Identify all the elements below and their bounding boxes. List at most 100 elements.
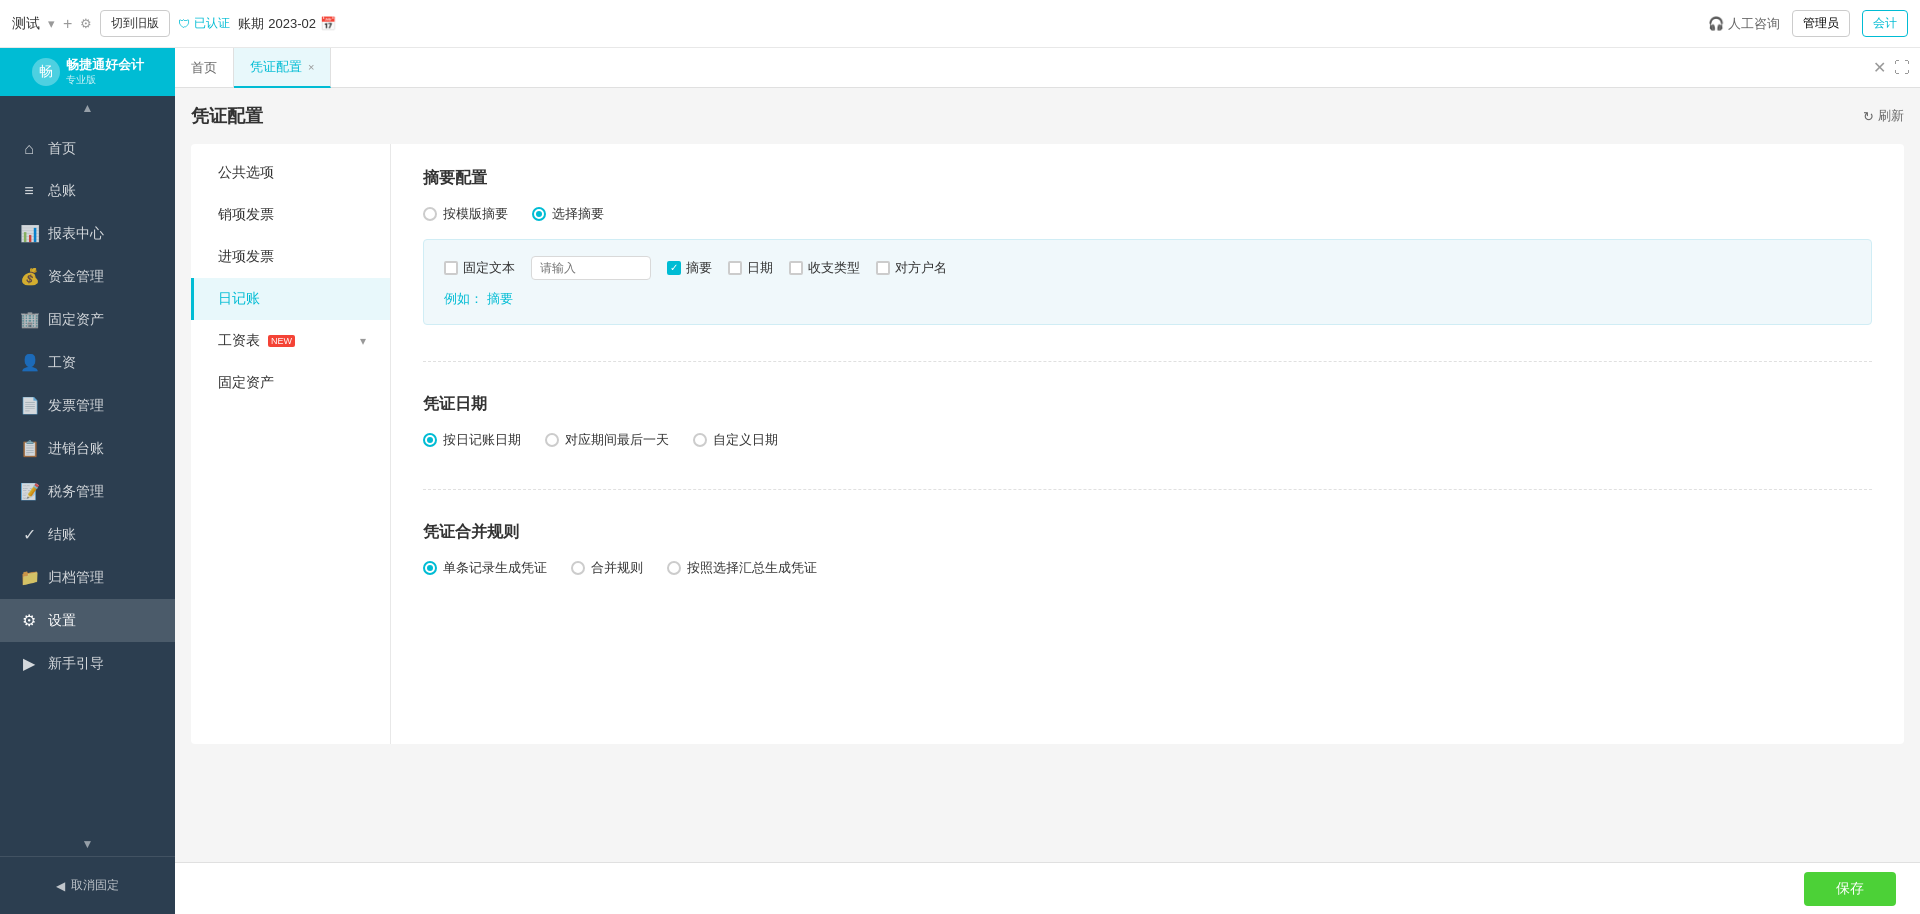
- radio-select-circle: [532, 207, 546, 221]
- sidebar-item-label: 首页: [48, 140, 76, 158]
- sidebar-bottom: ◀ 取消固定: [0, 856, 175, 914]
- config-nav-purchase-invoice[interactable]: 进项发票: [191, 236, 390, 278]
- sidebar-item-guide[interactable]: ▶ 新手引导: [0, 642, 175, 685]
- admin-button[interactable]: 管理员: [1792, 10, 1850, 37]
- sidebar-item-invoice[interactable]: 📄 发票管理: [0, 384, 175, 427]
- tab-bar: 首页 凭证配置 × ✕ ⛶: [175, 48, 1920, 88]
- sidebar-item-archive[interactable]: 📁 归档管理: [0, 556, 175, 599]
- add-icon[interactable]: +: [63, 15, 72, 33]
- sidebar-item-label: 新手引导: [48, 655, 104, 673]
- radio-by-selection[interactable]: 按照选择汇总生成凭证: [667, 559, 817, 577]
- scroll-down-button[interactable]: ▼: [0, 832, 175, 856]
- radio-last-day[interactable]: 对应期间最后一天: [545, 431, 669, 449]
- salary-icon: 👤: [20, 353, 38, 372]
- sidebar-item-salary[interactable]: 👤 工资: [0, 341, 175, 384]
- tab-home[interactable]: 首页: [175, 48, 234, 88]
- cancel-pin-label: 取消固定: [71, 877, 119, 894]
- checkbox-date[interactable]: 日期: [728, 259, 773, 277]
- gear-icon[interactable]: ⚙: [80, 16, 92, 31]
- assets-icon: 🏢: [20, 310, 38, 329]
- logo-icon: 畅: [32, 58, 60, 86]
- tab-voucher-config-label: 凭证配置: [250, 58, 302, 76]
- sidebar-item-capital[interactable]: 💰 资金管理: [0, 255, 175, 298]
- sidebar-item-label: 结账: [48, 526, 76, 544]
- page-content: 凭证配置 ↻ 刷新 公共选项 销项发票 进项发票 日记账 工资表 NEW ▾: [175, 88, 1920, 862]
- config-left-nav: 公共选项 销项发票 进项发票 日记账 工资表 NEW ▾ 固定资产: [191, 144, 391, 744]
- save-button[interactable]: 保存: [1804, 872, 1896, 906]
- merge-label: 合并规则: [591, 559, 643, 577]
- last-day-circle: [545, 433, 559, 447]
- radio-by-journal-date[interactable]: 按日记账日期: [423, 431, 521, 449]
- sidebar-item-checkout[interactable]: ✓ 结账: [0, 513, 175, 556]
- sidebar-item-home[interactable]: ⌂ 首页: [0, 128, 175, 170]
- fullscreen-icon[interactable]: ⛶: [1894, 59, 1910, 77]
- company-name: 测试: [12, 15, 40, 33]
- calendar-icon[interactable]: 📅: [320, 16, 336, 31]
- single-label: 单条记录生成凭证: [443, 559, 547, 577]
- radio-single[interactable]: 单条记录生成凭证: [423, 559, 547, 577]
- company-dropdown-icon[interactable]: ▾: [48, 16, 55, 31]
- voucher-date-radio-group: 按日记账日期 对应期间最后一天 自定义日期: [423, 431, 1872, 449]
- radio-template-label: 按模版摘要: [443, 205, 508, 223]
- switch-version-button[interactable]: 切到旧版: [100, 10, 170, 37]
- single-circle: [423, 561, 437, 575]
- guide-icon: ▶: [20, 654, 38, 673]
- close-window-icon[interactable]: ✕: [1873, 58, 1886, 77]
- radio-custom-date[interactable]: 自定义日期: [693, 431, 778, 449]
- fixed-text-label: 固定文本: [463, 259, 515, 277]
- config-right: 摘要配置 按模版摘要 选择摘要: [391, 144, 1904, 744]
- date-checkbox: [728, 261, 742, 275]
- radio-template-circle: [423, 207, 437, 221]
- summary-radio-group: 按模版摘要 选择摘要: [423, 205, 1872, 223]
- config-nav-journal[interactable]: 日记账: [191, 278, 390, 320]
- refresh-button[interactable]: ↻ 刷新: [1863, 107, 1904, 125]
- radio-merge[interactable]: 合并规则: [571, 559, 643, 577]
- config-layout: 公共选项 销项发票 进项发票 日记账 工资表 NEW ▾ 固定资产 摘要配置: [191, 144, 1904, 744]
- sidebar-item-tax[interactable]: 📝 税务管理: [0, 470, 175, 513]
- tab-voucher-config[interactable]: 凭证配置 ×: [234, 48, 331, 88]
- checkbox-counterparty[interactable]: 对方户名: [876, 259, 947, 277]
- radio-template-summary[interactable]: 按模版摘要: [423, 205, 508, 223]
- capital-icon: 💰: [20, 267, 38, 286]
- checkbox-pay-type[interactable]: 收支类型: [789, 259, 860, 277]
- sidebar-item-ledger[interactable]: ≡ 总账: [0, 170, 175, 212]
- content-area: 首页 凭证配置 × ✕ ⛶ 凭证配置 ↻ 刷新: [175, 48, 1920, 914]
- config-nav-sales-invoice[interactable]: 销项发票: [191, 194, 390, 236]
- topbar-left: 测试 ▾ + ⚙ 切到旧版 🛡 已认证 账期 2023-02 📅: [12, 10, 336, 37]
- chevron-up-icon: ▲: [82, 101, 94, 115]
- consult-button[interactable]: 🎧 人工咨询: [1708, 15, 1780, 33]
- fixed-text-input[interactable]: [531, 256, 651, 280]
- checkbox-summary[interactable]: 摘要: [667, 259, 712, 277]
- tab-close-icon[interactable]: ×: [308, 61, 314, 73]
- sidebar-item-settings[interactable]: ⚙ 设置: [0, 599, 175, 642]
- accountant-button[interactable]: 会计: [1862, 10, 1908, 37]
- sidebar-item-reports[interactable]: 📊 报表中心: [0, 212, 175, 255]
- sidebar-item-sales[interactable]: 📋 进销台账: [0, 427, 175, 470]
- settings-icon: ⚙: [20, 611, 38, 630]
- summary-config-box: 固定文本 摘要 日期: [423, 239, 1872, 325]
- sidebar: 畅 畅捷通好会计 专业版 ▲ ⌂ 首页 ≡ 总账 📊 报表中心 💰: [0, 48, 175, 914]
- example-prefix: 例如：: [444, 291, 483, 306]
- scroll-up-button[interactable]: ▲: [0, 96, 175, 120]
- invoice-icon: 📄: [20, 396, 38, 415]
- config-nav-fixed-assets[interactable]: 固定资产: [191, 362, 390, 404]
- counterparty-checkbox-label: 对方户名: [895, 259, 947, 277]
- sidebar-item-label: 税务管理: [48, 483, 104, 501]
- chevron-down-icon: ▼: [82, 837, 94, 851]
- by-selection-label: 按照选择汇总生成凭证: [687, 559, 817, 577]
- merge-rules-title: 凭证合并规则: [423, 522, 1872, 543]
- checkout-icon: ✓: [20, 525, 38, 544]
- config-nav-public[interactable]: 公共选项: [191, 152, 390, 194]
- cancel-pin-button[interactable]: ◀ 取消固定: [0, 867, 175, 904]
- summary-checkbox: [667, 261, 681, 275]
- radio-select-summary[interactable]: 选择摘要: [532, 205, 604, 223]
- page-title: 凭证配置: [191, 104, 263, 128]
- checkbox-fixed-text[interactable]: 固定文本: [444, 259, 515, 277]
- sidebar-logo: 畅 畅捷通好会计 专业版: [0, 48, 175, 96]
- custom-date-label: 自定义日期: [713, 431, 778, 449]
- config-nav-payroll[interactable]: 工资表 NEW ▾: [191, 320, 390, 362]
- section-merge-rules: 凭证合并规则 单条记录生成凭证 合并规则: [423, 522, 1872, 617]
- by-selection-circle: [667, 561, 681, 575]
- sidebar-item-assets[interactable]: 🏢 固定资产: [0, 298, 175, 341]
- tab-home-label: 首页: [191, 59, 217, 77]
